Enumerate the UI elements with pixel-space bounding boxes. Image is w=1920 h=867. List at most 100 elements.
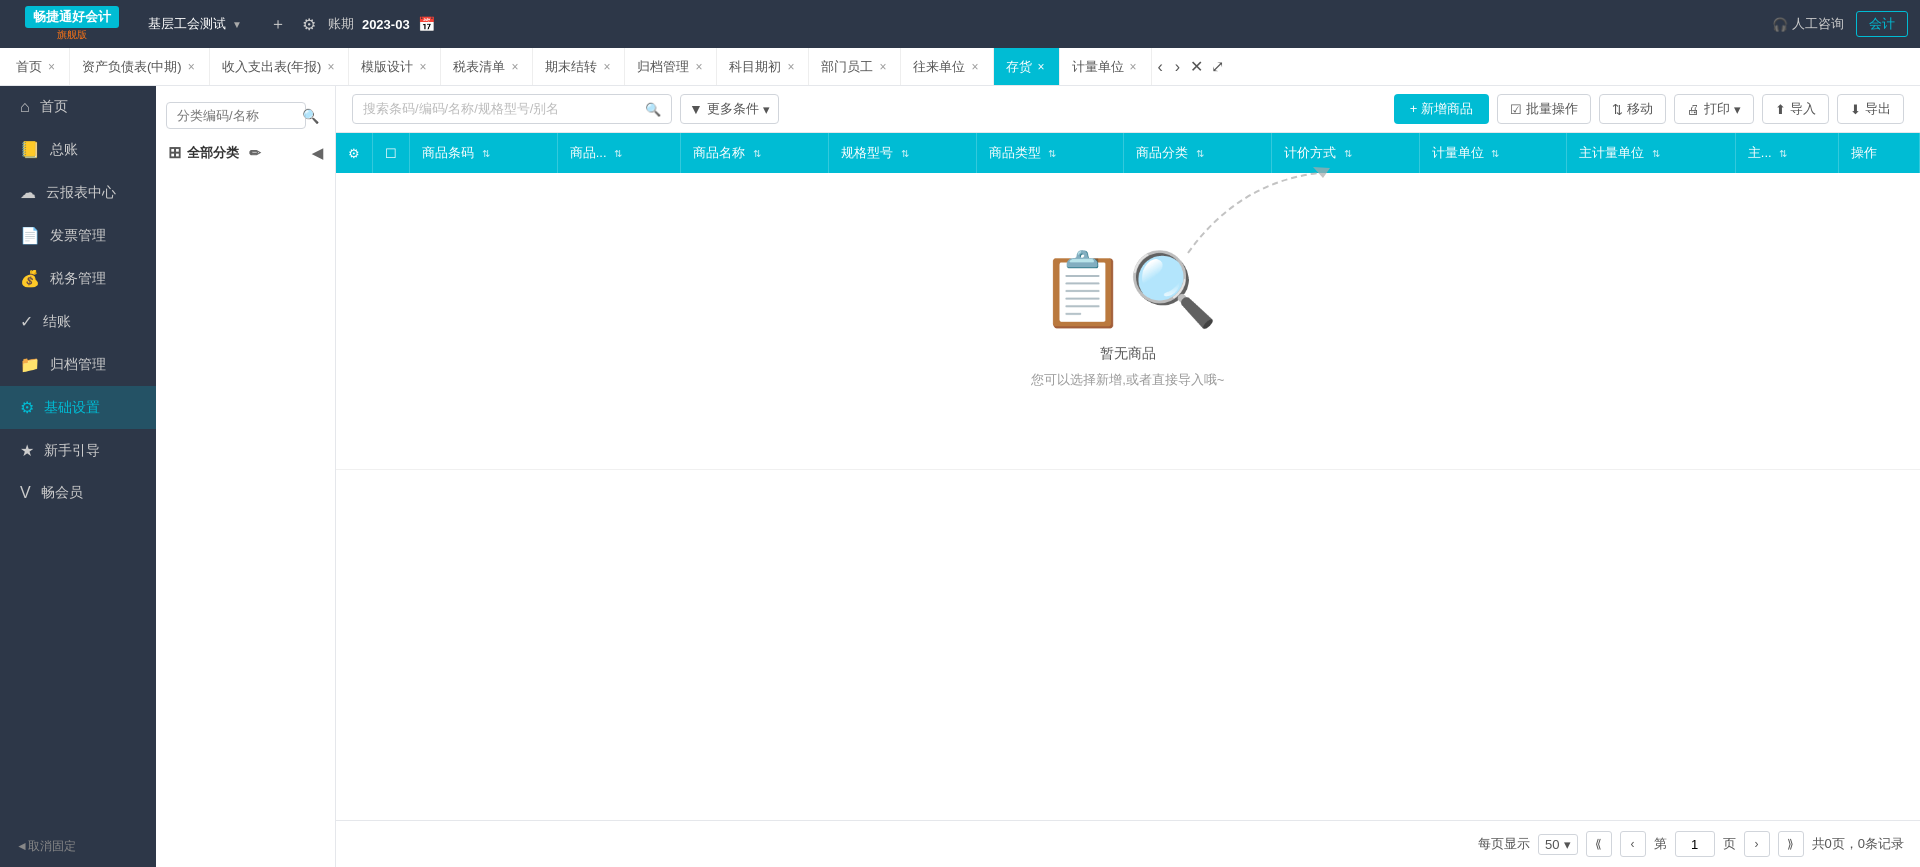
th-main-abbr[interactable]: 主... ⇅ <box>1735 133 1838 173</box>
tab-period-close[interactable]: × <box>601 60 612 74</box>
tab-template-label: 模版设计 <box>361 58 413 76</box>
tab-tax-close[interactable]: × <box>509 60 520 74</box>
invoice-icon: 📄 <box>20 226 40 245</box>
move-btn[interactable]: ⇅ 移动 <box>1599 94 1666 124</box>
tab-department[interactable]: 部门员工 × <box>809 48 901 85</box>
tab-next-btn[interactable]: › <box>1169 48 1186 85</box>
tab-unit-close[interactable]: × <box>1128 60 1139 74</box>
page-last-btn[interactable]: ⟫ <box>1778 831 1804 857</box>
sidebar-basic-label: 基础设置 <box>44 399 100 417</box>
th-settings[interactable]: ⚙ <box>336 133 373 173</box>
import-icon: ⬆ <box>1775 102 1786 117</box>
page-prev-btn[interactable]: ‹ <box>1620 831 1646 857</box>
print-icon: 🖨 <box>1687 102 1700 117</box>
tab-subject-label: 科目期初 <box>729 58 781 76</box>
tab-period-transfer[interactable]: 期末结转 × <box>533 48 625 85</box>
tab-close-all-btn[interactable]: ✕ <box>1186 57 1207 76</box>
tab-tax-list[interactable]: 税表清单 × <box>441 48 533 85</box>
import-label: 导入 <box>1790 100 1816 118</box>
settings-btn[interactable]: ⚙ <box>298 11 320 38</box>
empty-state: 📋🔍 暂无商品 您可以选择新增,或者直接导入哦~ <box>336 173 1920 469</box>
tab-home-close[interactable]: × <box>46 60 57 74</box>
th-code[interactable]: 商品... ⇅ <box>557 133 681 173</box>
cloud-icon: ☁ <box>20 183 36 202</box>
table-header-row: ⚙ ☐ 商品条码 ⇅ 商品... ⇅ 商品名称 ⇅ 规格型号 ⇅ 商品类型 ⇅ … <box>336 133 1920 173</box>
th-unit[interactable]: 计量单位 ⇅ <box>1419 133 1567 173</box>
edit-category-icon[interactable]: ✏ <box>249 145 261 161</box>
tab-prev-btn[interactable]: ‹ <box>1152 48 1169 85</box>
tab-archive[interactable]: 归档管理 × <box>625 48 717 85</box>
category-all-header[interactable]: ⊞ 全部分类 ✏ ◀ <box>156 137 335 168</box>
tab-balance-close[interactable]: × <box>186 60 197 74</box>
tab-income-close[interactable]: × <box>325 60 336 74</box>
th-main-unit[interactable]: 主计量单位 ⇅ <box>1567 133 1735 173</box>
sidebar-item-reports[interactable]: ☁ 云报表中心 <box>0 171 156 214</box>
chevron-down-icon: ▾ <box>763 102 770 117</box>
account-button[interactable]: 会计 <box>1856 11 1908 37</box>
app-logo: 畅捷通好会计 旗舰版 <box>12 6 132 42</box>
sidebar-item-tax[interactable]: 💰 税务管理 <box>0 257 156 300</box>
main-search-placeholder: 搜索条码/编码/名称/规格型号/别名 <box>363 100 559 118</box>
tab-home[interactable]: 首页 × <box>4 48 70 85</box>
tab-vendors-label: 往来单位 <box>913 58 965 76</box>
sidebar-item-invoice[interactable]: 📄 发票管理 <box>0 214 156 257</box>
export-btn[interactable]: ⬇ 导出 <box>1837 94 1904 124</box>
th-checkbox[interactable]: ☐ <box>373 133 410 173</box>
inner-layout: 🔍 ⊞ 全部分类 ✏ ◀ 搜索条码/编码/名称/规格型号/别名 🔍 <box>156 86 1920 867</box>
move-label: 移动 <box>1627 100 1653 118</box>
sidebar-item-home[interactable]: ⌂ 首页 <box>0 86 156 128</box>
sidebar-home-label: 首页 <box>40 98 68 116</box>
sidebar-item-settle[interactable]: ✓ 结账 <box>0 300 156 343</box>
pagination: 每页显示 50 ▾ ⟪ ‹ 第 页 › ⟫ 共0页，0条记录 <box>336 820 1920 867</box>
tab-template-close[interactable]: × <box>417 60 428 74</box>
page-next-btn[interactable]: › <box>1744 831 1770 857</box>
add-product-btn[interactable]: + 新增商品 <box>1394 94 1489 124</box>
tab-inventory[interactable]: 存货 × <box>994 48 1060 85</box>
top-header: 畅捷通好会计 旗舰版 基层工会测试 ▼ ＋ ⚙ 账期 2023-03 📅 🎧 人… <box>0 0 1920 48</box>
main-search-input-wrapper[interactable]: 搜索条码/编码/名称/规格型号/别名 🔍 <box>352 94 672 124</box>
export-icon: ⬇ <box>1850 102 1861 117</box>
tab-subject[interactable]: 科目期初 × <box>717 48 809 85</box>
category-search-input[interactable] <box>166 102 306 129</box>
sidebar-item-member[interactable]: V 畅会员 <box>0 472 156 514</box>
customer-service-label: 人工咨询 <box>1792 15 1844 33</box>
tab-archive-close[interactable]: × <box>693 60 704 74</box>
customer-service-btn[interactable]: 🎧 人工咨询 <box>1772 15 1844 33</box>
tab-unit[interactable]: 计量单位 × <box>1060 48 1152 85</box>
th-name[interactable]: 商品名称 ⇅ <box>681 133 829 173</box>
tab-vendors-close[interactable]: × <box>969 60 980 74</box>
company-selector[interactable]: 基层工会测试 ▼ <box>140 11 250 37</box>
product-table: ⚙ ☐ 商品条码 ⇅ 商品... ⇅ 商品名称 ⇅ 规格型号 ⇅ 商品类型 ⇅ … <box>336 133 1920 470</box>
tab-expand-btn[interactable]: ⤢ <box>1207 57 1228 76</box>
unpin-btn[interactable]: ◄取消固定 <box>0 826 156 867</box>
th-barcode[interactable]: 商品条码 ⇅ <box>410 133 558 173</box>
tab-vendors[interactable]: 往来单位 × <box>901 48 993 85</box>
main-search-icon: 🔍 <box>645 102 661 117</box>
tab-inventory-close[interactable]: × <box>1036 60 1047 74</box>
sidebar-item-basic[interactable]: ⚙ 基础设置 <box>0 386 156 429</box>
tab-dept-close[interactable]: × <box>877 60 888 74</box>
tab-template[interactable]: 模版设计 × <box>349 48 441 85</box>
more-conditions-btn[interactable]: ▼ 更多条件 ▾ <box>680 94 779 124</box>
tab-balance-sheet[interactable]: 资产负债表(中期) × <box>70 48 210 85</box>
sidebar-item-archive[interactable]: 📁 归档管理 <box>0 343 156 386</box>
calendar-icon[interactable]: 📅 <box>418 16 435 32</box>
category-search-btn[interactable]: 🔍 <box>302 108 319 124</box>
th-spec[interactable]: 规格型号 ⇅ <box>828 133 976 173</box>
sidebar-invoice-label: 发票管理 <box>50 227 106 245</box>
page-number-input[interactable] <box>1675 831 1715 857</box>
tab-income-report[interactable]: 收入支出表(年报) × <box>210 48 350 85</box>
page-first-btn[interactable]: ⟪ <box>1586 831 1612 857</box>
batch-op-btn[interactable]: ☑ 批量操作 <box>1497 94 1591 124</box>
print-btn[interactable]: 🖨 打印 ▾ <box>1674 94 1754 124</box>
sidebar-item-ledger[interactable]: 📒 总账 <box>0 128 156 171</box>
th-type[interactable]: 商品类型 ⇅ <box>976 133 1124 173</box>
company-dropdown-icon: ▼ <box>232 19 242 30</box>
tab-subject-close[interactable]: × <box>785 60 796 74</box>
empty-title: 暂无商品 <box>1100 345 1156 363</box>
import-btn[interactable]: ⬆ 导入 <box>1762 94 1829 124</box>
page-size-select[interactable]: 50 ▾ <box>1538 834 1577 855</box>
collapse-panel-btn[interactable]: ◀ <box>312 145 323 161</box>
sidebar-item-guide[interactable]: ★ 新手引导 <box>0 429 156 472</box>
add-tab-btn[interactable]: ＋ <box>266 10 290 39</box>
